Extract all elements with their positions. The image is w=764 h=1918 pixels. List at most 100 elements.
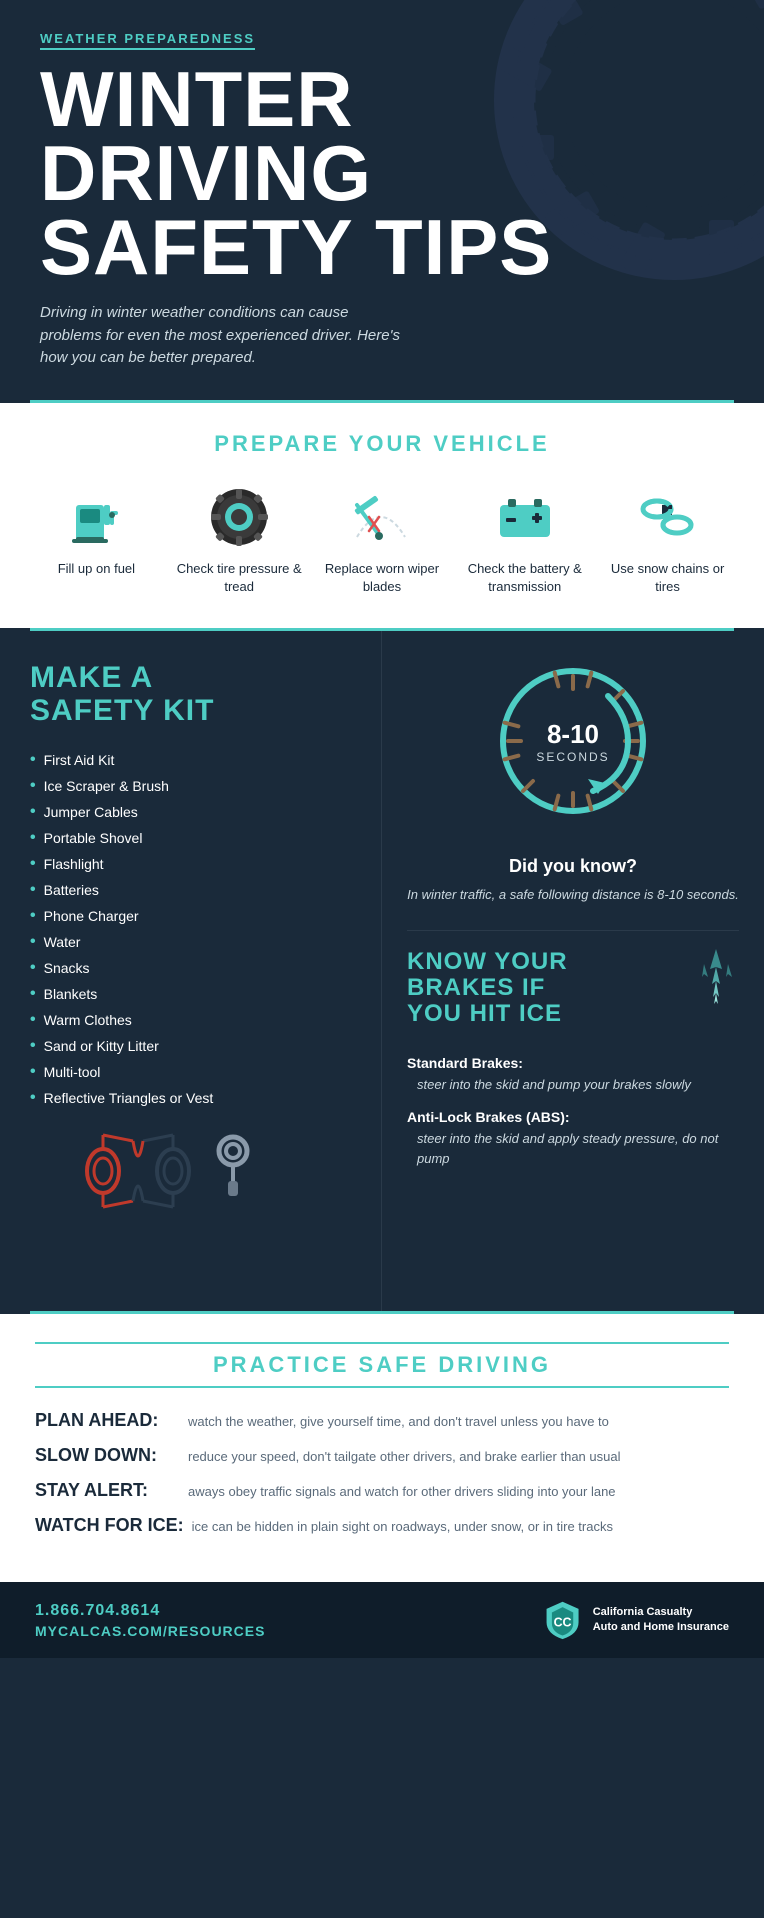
vehicle-label-wiper: Replace worn wiper blades <box>317 560 447 596</box>
kit-item-label: Batteries <box>44 882 99 898</box>
brakes-divider <box>407 930 739 931</box>
tip-plan-label: PLAN AHEAD: <box>35 1410 180 1431</box>
kit-item-label: Ice Scraper & Brush <box>44 778 169 794</box>
vehicle-item-fuel: Fill up on fuel <box>31 485 161 578</box>
kit-item-sand: • Sand or Kitty Litter <box>30 1033 356 1059</box>
vehicle-label-tire: Check tire pressure & tread <box>174 560 304 596</box>
kit-item-label: Sand or Kitty Litter <box>44 1038 159 1054</box>
battery-icon <box>490 485 560 550</box>
vehicle-item-chains: Use snow chains or tires <box>603 485 733 596</box>
safety-kit-title: MAKE ASAFETY KIT <box>30 661 356 727</box>
did-you-know-text: In winter traffic, a safe following dist… <box>407 885 739 905</box>
practice-title: PRACTICE SAFE DRIVING <box>35 1342 729 1388</box>
kit-item-label: Multi-tool <box>44 1064 101 1080</box>
kit-bullet: • <box>30 777 36 795</box>
prepare-vehicle-section: PREPARE YOUR VEHICLE Fill up on fuel <box>0 403 764 628</box>
kit-bullet: • <box>30 985 36 1003</box>
wiper-icon <box>347 485 417 550</box>
kit-item-label: Snacks <box>44 960 90 976</box>
brakes-section: KNOW YOURBRAKES IFYOU HIT ICE Standard B… <box>407 949 739 1169</box>
kit-bullet: • <box>30 1063 36 1081</box>
kit-item-label: Water <box>44 934 81 950</box>
footer-phone: 1.866.704.8614 <box>35 1602 265 1620</box>
svg-text:CC: CC <box>553 1616 571 1630</box>
subtitle-text: Driving in winter weather conditions can… <box>40 302 400 370</box>
tire-icon <box>204 485 274 550</box>
clock-container: 8-10 SECONDS <box>407 661 739 836</box>
tip-ice-label: WATCH FOR ICE: <box>35 1515 184 1536</box>
footer-logo: CC California CasualtyAuto and Home Insu… <box>543 1600 729 1640</box>
footer-contact: 1.866.704.8614 MYCALCAS.COM/RESOURCES <box>35 1602 265 1639</box>
prepare-vehicle-title: PREPARE YOUR VEHICLE <box>30 431 734 457</box>
kit-item-firstaid: • First Aid Kit <box>30 747 356 773</box>
vehicle-label-fuel: Fill up on fuel <box>58 560 135 578</box>
kit-item-label: Phone Charger <box>44 908 139 924</box>
weather-prep-label: WEATHER PREPAREDNESS <box>40 31 255 50</box>
driving-tip-alert: STAY ALERT: aways obey traffic signals a… <box>35 1480 729 1501</box>
brakes-title: KNOW YOURBRAKES IFYOU HIT ICE <box>407 949 568 1028</box>
main-title: WINTER DRIVING SAFETY TIPS <box>40 62 724 284</box>
vehicle-item-battery: Check the battery & transmission <box>460 485 590 596</box>
brake-standard-label: Standard Brakes: <box>407 1055 739 1071</box>
kit-bullet: • <box>30 959 36 977</box>
kit-item-water: • Water <box>30 929 356 955</box>
kit-bullet: • <box>30 1011 36 1029</box>
brake-abs-label: Anti-Lock Brakes (ABS): <box>407 1109 739 1125</box>
tip-alert-desc: aways obey traffic signals and watch for… <box>188 1484 729 1499</box>
driving-tip-ice: WATCH FOR ICE: ice can be hidden in plai… <box>35 1515 729 1536</box>
kit-item-triangles: • Reflective Triangles or Vest <box>30 1085 356 1111</box>
safety-section: MAKE ASAFETY KIT • First Aid Kit • Ice S… <box>0 631 764 1311</box>
tip-plan-desc: watch the weather, give yourself time, a… <box>188 1414 729 1429</box>
svg-text:8-10: 8-10 <box>547 719 599 749</box>
vehicle-item-wiper: Replace worn wiper blades <box>317 485 447 596</box>
svg-text:SECONDS: SECONDS <box>536 750 609 764</box>
practice-section: PRACTICE SAFE DRIVING PLAN AHEAD: watch … <box>0 1314 764 1582</box>
brake-standard: Standard Brakes: steer into the skid and… <box>407 1055 739 1095</box>
tip-slow-desc: reduce your speed, don't tailgate other … <box>188 1449 729 1464</box>
kit-bullet: • <box>30 829 36 847</box>
kit-bullet: • <box>30 1037 36 1055</box>
title-line3: SAFETY TIPS <box>40 210 724 284</box>
kit-item-batteries: • Batteries <box>30 877 356 903</box>
safety-kit-right: 8-10 SECONDS Did you know? In winter tra… <box>382 631 764 1311</box>
brake-abs: Anti-Lock Brakes (ABS): steer into the s… <box>407 1109 739 1168</box>
kit-item-label: Warm Clothes <box>44 1012 132 1028</box>
kit-item-label: Blankets <box>44 986 98 1002</box>
fuel-icon <box>61 485 131 550</box>
chains-icon <box>633 485 703 550</box>
kit-list: • First Aid Kit • Ice Scraper & Brush • … <box>30 747 356 1111</box>
kit-item-label: Portable Shovel <box>44 830 143 846</box>
kit-item-multitool: • Multi-tool <box>30 1059 356 1085</box>
driving-tip-slow: SLOW DOWN: reduce your speed, don't tail… <box>35 1445 729 1466</box>
title-line2: DRIVING <box>40 136 724 210</box>
vehicle-items-container: Fill up on fuel <box>30 485 734 596</box>
kit-bullet: • <box>30 751 36 769</box>
vehicle-label-battery: Check the battery & transmission <box>460 560 590 596</box>
did-you-know: Did you know? In winter traffic, a safe … <box>407 856 739 905</box>
kit-item-blankets: • Blankets <box>30 981 356 1007</box>
kit-bullet: • <box>30 855 36 873</box>
brake-standard-desc: steer into the skid and pump your brakes… <box>407 1075 739 1095</box>
kit-bullet: • <box>30 907 36 925</box>
tip-slow-label: SLOW DOWN: <box>35 1445 180 1466</box>
kit-item-label: Flashlight <box>44 856 104 872</box>
header-content: WEATHER PREPAREDNESS WINTER DRIVING SAFE… <box>40 30 724 370</box>
footer-logo-text: California CasualtyAuto and Home Insuran… <box>593 1605 729 1636</box>
vehicle-label-chains: Use snow chains or tires <box>603 560 733 596</box>
kit-bullet: • <box>30 803 36 821</box>
kit-item-jumper: • Jumper Cables <box>30 799 356 825</box>
title-line1: WINTER <box>40 62 724 136</box>
vehicle-item-tire: Check tire pressure & tread <box>174 485 304 596</box>
kit-item-label: Reflective Triangles or Vest <box>44 1090 214 1106</box>
kit-item-shovel: • Portable Shovel <box>30 825 356 851</box>
header-section: WEATHER PREPAREDNESS WINTER DRIVING SAFE… <box>0 0 764 400</box>
kit-bullet: • <box>30 881 36 899</box>
safety-kit-left: MAKE ASAFETY KIT • First Aid Kit • Ice S… <box>0 631 382 1311</box>
kit-bullet: • <box>30 933 36 951</box>
tip-alert-label: STAY ALERT: <box>35 1480 180 1501</box>
kit-item-flashlight: • Flashlight <box>30 851 356 877</box>
kit-item-phone: • Phone Charger <box>30 903 356 929</box>
kit-item-snacks: • Snacks <box>30 955 356 981</box>
did-you-know-title: Did you know? <box>407 856 739 877</box>
footer-url: MYCALCAS.COM/RESOURCES <box>35 1623 265 1639</box>
